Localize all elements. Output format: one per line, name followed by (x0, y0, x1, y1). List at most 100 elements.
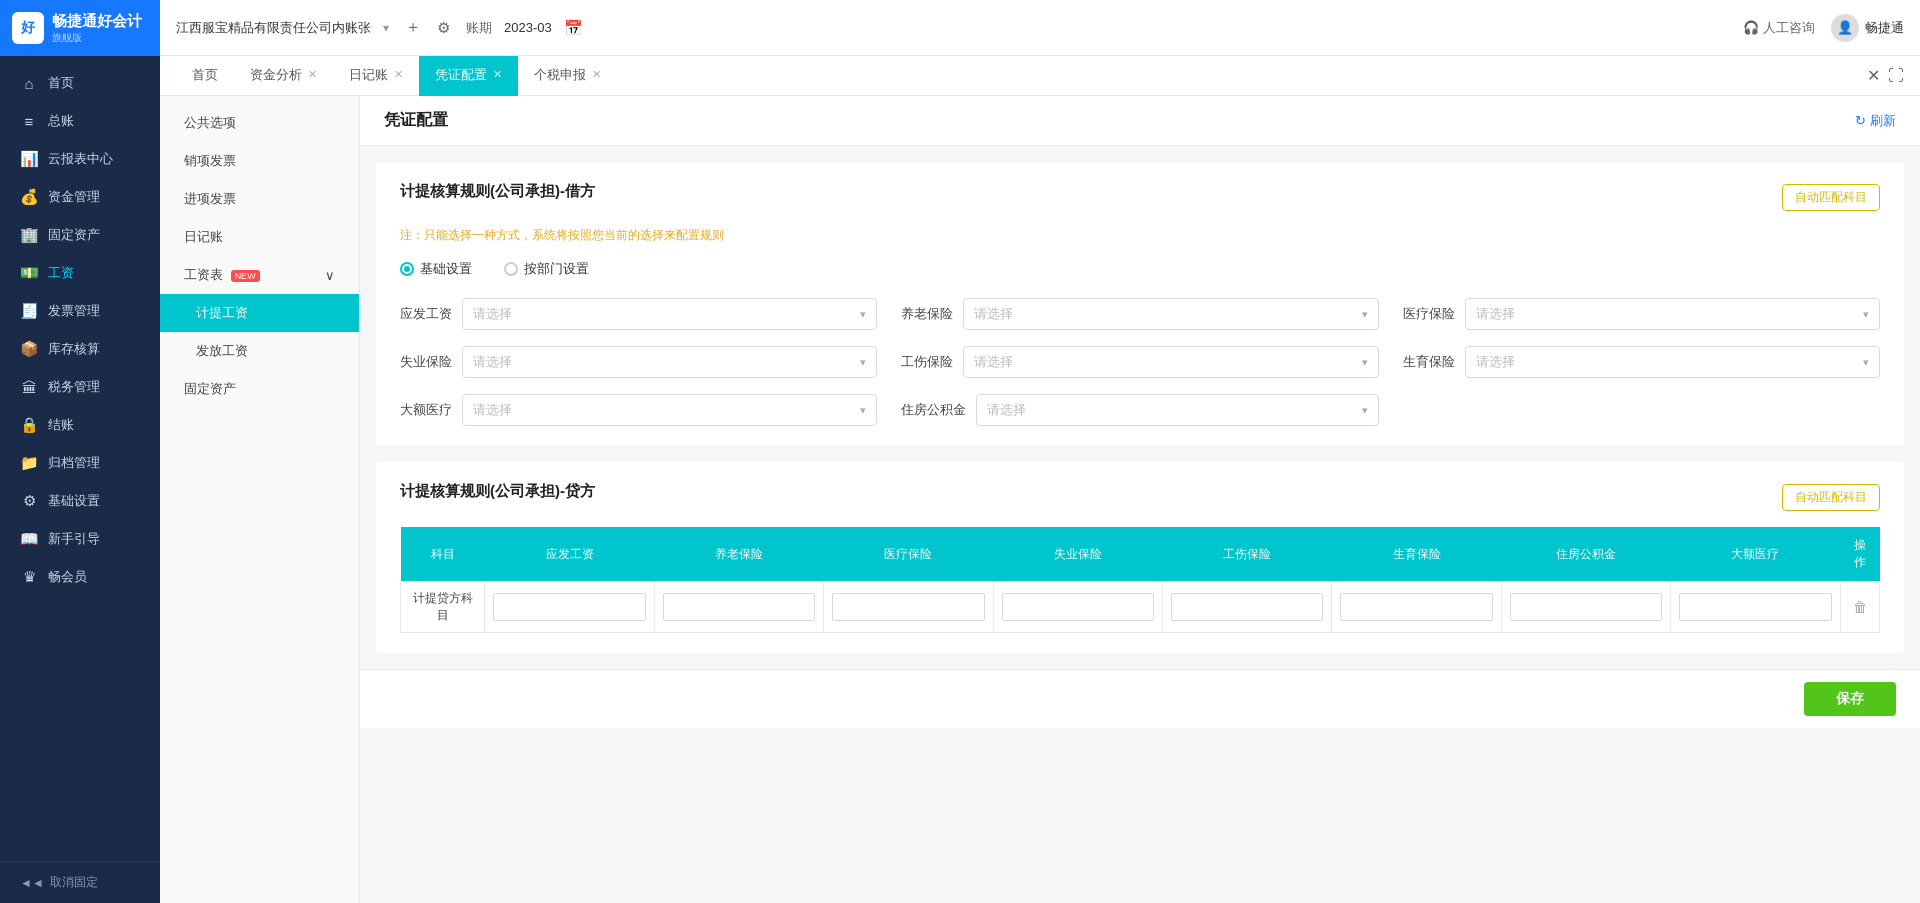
td-injury[interactable] (1162, 582, 1331, 633)
refresh-btn[interactable]: ↻ 刷新 (1855, 112, 1896, 130)
sidebar-item-archive[interactable]: 📁 归档管理 (0, 444, 160, 482)
sidebar-item-member[interactable]: ♛ 畅会员 (0, 558, 160, 596)
expand-icon: ∨ (325, 268, 335, 283)
sidebar-item-home[interactable]: ⌂ 首页 (0, 64, 160, 102)
unemploy-select[interactable]: 请选择 ▾ (462, 346, 877, 378)
tab-journal-close[interactable]: ✕ (394, 68, 403, 81)
save-button[interactable]: 保存 (1804, 682, 1896, 716)
nav-pay-salary-label: 发放工资 (196, 342, 248, 360)
large-medical-select[interactable]: 请选择 ▾ (462, 394, 877, 426)
td-birth[interactable] (1332, 582, 1501, 633)
pension-select[interactable]: 请选择 ▾ (963, 298, 1378, 330)
td-large-medical[interactable] (1671, 582, 1840, 633)
input-pension[interactable] (663, 593, 815, 621)
injury-select[interactable]: 请选择 ▾ (963, 346, 1378, 378)
sidebar-item-report[interactable]: 📊 云报表中心 (0, 140, 160, 178)
company-name[interactable]: 江西服宝精品有限责任公司内账张 (176, 19, 371, 37)
apply-salary-select[interactable]: 请选择 ▾ (462, 298, 877, 330)
save-bar: 保存 (360, 669, 1920, 728)
input-apply-salary[interactable] (493, 593, 645, 621)
birth-select[interactable]: 请选择 ▾ (1465, 346, 1880, 378)
calendar-icon[interactable]: 📅 (564, 19, 583, 37)
sidebar-item-guide[interactable]: 📖 新手引导 (0, 520, 160, 558)
td-medical[interactable] (824, 582, 993, 633)
tab-journal-label: 日记账 (349, 66, 388, 84)
td-pension[interactable] (654, 582, 823, 633)
maximize-btn[interactable]: ⛶ (1888, 67, 1904, 85)
period-value[interactable]: 2023-03 (504, 20, 552, 35)
ledger-icon: ≡ (20, 113, 38, 130)
debit-section-header: 计提核算规则(公司承担)-借方 自动匹配科目 (400, 182, 1880, 213)
nav-calc-salary[interactable]: 计提工资 (160, 294, 359, 332)
tax-icon: 🏛 (20, 379, 38, 396)
debit-form: 应发工资 请选择 ▾ 养老保险 请选择 ▾ (400, 298, 1880, 426)
birth-label: 生育保险 (1403, 353, 1455, 371)
nav-pay-salary[interactable]: 发放工资 (160, 332, 359, 370)
input-unemploy[interactable] (1002, 593, 1154, 621)
sidebar-item-stock[interactable]: 📦 库存核算 (0, 330, 160, 368)
injury-label: 工伤保险 (901, 353, 953, 371)
sidebar-item-salary[interactable]: 💵 工资 (0, 254, 160, 292)
tab-capital[interactable]: 资金分析 ✕ (234, 56, 333, 96)
apply-salary-placeholder: 请选择 (473, 305, 512, 323)
tab-tax-close[interactable]: ✕ (592, 68, 601, 81)
report-icon: 📊 (20, 150, 38, 168)
sidebar-item-settings[interactable]: ⚙ 基础设置 (0, 482, 160, 520)
td-unemploy[interactable] (993, 582, 1162, 633)
tab-voucher-close[interactable]: ✕ (493, 68, 502, 81)
credit-auto-match-btn[interactable]: 自动匹配科目 (1782, 484, 1880, 511)
credit-table: 科目 应发工资 养老保险 医疗保险 失业保险 工伤保险 生育保险 住房公积金 大… (400, 527, 1880, 633)
sidebar-item-capital[interactable]: 💰 资金管理 (0, 178, 160, 216)
sidebar-item-fixed[interactable]: 🏢 固定资产 (0, 216, 160, 254)
nav-public[interactable]: 公共选项 (160, 104, 359, 142)
sidebar-item-invoice[interactable]: 🧾 发票管理 (0, 292, 160, 330)
radio-basic[interactable]: 基础设置 (400, 260, 472, 278)
sidebar-item-ledger[interactable]: ≡ 总账 (0, 102, 160, 140)
medical-select[interactable]: 请选择 ▾ (1465, 298, 1880, 330)
tab-tax[interactable]: 个税申报 ✕ (518, 56, 617, 96)
guide-icon: 📖 (20, 530, 38, 548)
add-company-btn[interactable]: ＋ (401, 17, 425, 38)
large-medical-arrow: ▾ (860, 404, 866, 417)
input-large-medical[interactable] (1679, 593, 1831, 621)
tab-voucher[interactable]: 凭证配置 ✕ (419, 56, 518, 96)
td-apply-salary[interactable] (485, 582, 654, 633)
home-icon: ⌂ (20, 75, 38, 92)
input-housing[interactable] (1510, 593, 1662, 621)
td-housing[interactable] (1501, 582, 1670, 633)
content-area: 公共选项 销项发票 进项发票 日记账 工资表 NEW ∨ 计提工资 发放工资 (160, 96, 1920, 903)
input-injury[interactable] (1171, 593, 1323, 621)
service-btn[interactable]: 🎧 人工咨询 (1743, 19, 1815, 37)
company-dropdown-icon[interactable]: ▾ (383, 21, 389, 35)
housing-select[interactable]: 请选择 ▾ (976, 394, 1378, 426)
input-birth[interactable] (1340, 593, 1492, 621)
nav-purchase[interactable]: 进项发票 (160, 180, 359, 218)
input-medical[interactable] (832, 593, 984, 621)
radio-dept[interactable]: 按部门设置 (504, 260, 589, 278)
delete-btn[interactable]: 🗑 (1853, 599, 1867, 615)
tab-journal[interactable]: 日记账 ✕ (333, 56, 419, 96)
sidebar-item-close[interactable]: 🔒 结账 (0, 406, 160, 444)
topbar: 江西服宝精品有限责任公司内账张 ▾ ＋ ⚙ 账期 2023-03 📅 🎧 人工咨… (160, 0, 1920, 56)
tab-capital-close[interactable]: ✕ (308, 68, 317, 81)
unemploy-label: 失业保险 (400, 353, 452, 371)
tab-home[interactable]: 首页 (176, 56, 234, 96)
nav-calc-salary-label: 计提工资 (196, 304, 248, 322)
nav-fixed[interactable]: 固定资产 (160, 370, 359, 408)
td-delete[interactable]: 🗑 (1840, 582, 1879, 633)
pin-label: 取消固定 (50, 874, 98, 891)
nav-salary-table[interactable]: 工资表 NEW ∨ (160, 256, 359, 294)
debit-auto-match-btn[interactable]: 自动匹配科目 (1782, 184, 1880, 211)
settings-btn[interactable]: ⚙ (437, 19, 450, 37)
app-version: 旗舰版 (52, 31, 142, 45)
sidebar-item-settings-label: 基础设置 (48, 492, 100, 510)
user-menu[interactable]: 👤 畅捷通 (1831, 14, 1904, 42)
sidebar-item-salary-label: 工资 (48, 264, 74, 282)
td-label: 计提贷方科目 (401, 582, 485, 633)
nav-sales[interactable]: 销项发票 (160, 142, 359, 180)
close-tab-btn[interactable]: ✕ (1867, 66, 1880, 85)
nav-journal[interactable]: 日记账 (160, 218, 359, 256)
tab-tax-label: 个税申报 (534, 66, 586, 84)
sidebar-pin-toggle[interactable]: ◄◄ 取消固定 (0, 861, 160, 903)
sidebar-item-tax[interactable]: 🏛 税务管理 (0, 368, 160, 406)
